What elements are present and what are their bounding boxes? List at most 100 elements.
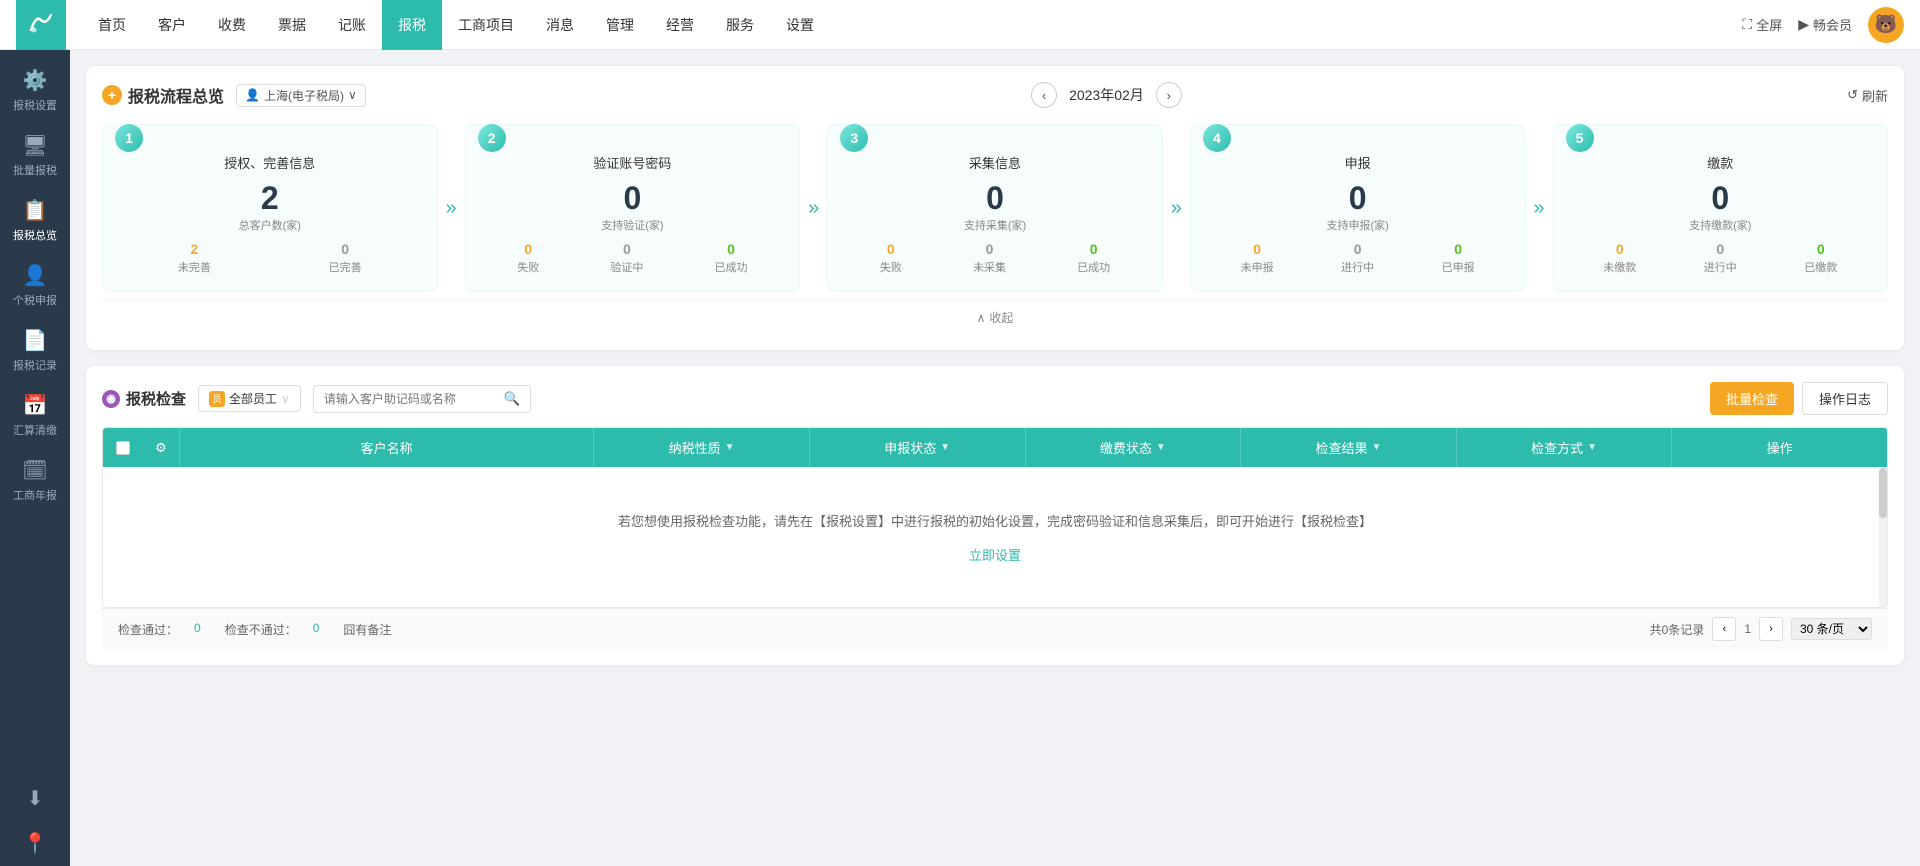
- step-stat-4-2: 0 已申报: [1442, 241, 1475, 275]
- step-stats-1: 2 未完善 0 已完善: [119, 241, 421, 275]
- step-stat-5-0: 0 未缴款: [1603, 241, 1636, 275]
- stat-val-4-0: 0: [1253, 241, 1261, 257]
- stat-val-2-0: 0: [524, 241, 532, 257]
- header-right-actions: 批量检查 操作日志: [1710, 382, 1888, 415]
- next-month-button[interactable]: ›: [1156, 82, 1182, 108]
- step-stat-2-1: 0 验证中: [610, 241, 643, 275]
- stat-val-5-2: 0: [1817, 241, 1825, 257]
- fullscreen-button[interactable]: ⛶ 全屏: [1742, 15, 1782, 34]
- refresh-icon: ↺: [1847, 87, 1858, 103]
- empty-message: 若您想使用报税检查功能，请先在【报税设置】中进行报税的初始化设置，完成密码验证和…: [618, 510, 1372, 533]
- nav-home[interactable]: 首页: [82, 0, 142, 50]
- stat-label-2-2: 已成功: [715, 259, 748, 275]
- step-stat-4-1: 0 进行中: [1341, 241, 1374, 275]
- step-arrow-1: »: [438, 124, 465, 292]
- sidebar-item-tax-records[interactable]: 📄 报税记录: [0, 318, 70, 383]
- sidebar-label-settlement: 汇算清缴: [13, 422, 57, 438]
- th-check-method[interactable]: 检查方式 ▼: [1456, 428, 1672, 467]
- nav-operations[interactable]: 经营: [650, 0, 710, 50]
- step-number-1: 1: [115, 124, 143, 152]
- th-pay-status[interactable]: 缴费状态 ▼: [1025, 428, 1241, 467]
- filter-icon-1: ▼: [725, 442, 735, 453]
- staff-icon: 员: [209, 391, 225, 407]
- sidebar-item-individual-tax[interactable]: 👤 个税申报: [0, 253, 70, 318]
- nav-commerce[interactable]: 工商项目: [442, 0, 530, 50]
- th-checkbox[interactable]: [103, 431, 143, 465]
- staff-chevron-icon: ∨: [281, 392, 290, 406]
- location-text: 上海(电子税局): [264, 87, 344, 104]
- prev-page-button[interactable]: ‹: [1712, 617, 1736, 641]
- staff-select[interactable]: 员 全部员工 ∨: [198, 385, 301, 412]
- sidebar-label-tax-settings: 报税设置: [13, 97, 57, 113]
- next-page-button[interactable]: ›: [1759, 617, 1783, 641]
- sidebar-item-download[interactable]: ⬇: [0, 776, 70, 821]
- operation-log-button[interactable]: 操作日志: [1802, 382, 1888, 415]
- collapse-button[interactable]: ∧ 收起: [102, 300, 1888, 334]
- nav-customer[interactable]: 客户: [142, 0, 202, 50]
- header-checkbox[interactable]: [116, 441, 130, 455]
- annual-report-icon: 🗓: [22, 458, 47, 483]
- sidebar-label-batch-tax: 批量报税: [13, 162, 57, 178]
- search-input[interactable]: [314, 387, 494, 411]
- sidebar-item-annual-report[interactable]: 🗓 工商年报: [0, 448, 70, 513]
- search-button[interactable]: 🔍: [494, 386, 531, 412]
- th-declare-status[interactable]: 申报状态 ▼: [809, 428, 1025, 467]
- top-navigation: 首页 客户 收费 票据 记账 报税 工商项目 消息 管理 经营 服务 设置 ⛶ …: [0, 0, 1920, 50]
- flow-overview-card: + 报税流程总览 👤 上海(电子税局) ∨ ‹ 2023年02月 › ↺ 刷新: [86, 66, 1904, 350]
- nav-service[interactable]: 服务: [710, 0, 770, 50]
- stat-val-4-2: 0: [1454, 241, 1462, 257]
- step-stat-4-0: 0 未申报: [1241, 241, 1274, 275]
- nav-tax[interactable]: 报税: [382, 0, 442, 50]
- filter-icon-4: ▼: [1371, 442, 1381, 453]
- sidebar-item-tax-settings[interactable]: ⚙️ 报税设置: [0, 58, 70, 123]
- batch-check-button[interactable]: 批量检查: [1710, 382, 1794, 415]
- prev-month-button[interactable]: ‹: [1031, 82, 1057, 108]
- step-number-4: 4: [1203, 124, 1231, 152]
- nav-items: 首页 客户 收费 票据 记账 报税 工商项目 消息 管理 经营 服务 设置: [82, 0, 1742, 50]
- flow-step-3: 3 采集信息 0 支持采集(家) 0 失败 0 未采集: [827, 124, 1163, 292]
- sidebar-item-location[interactable]: 📍: [0, 821, 70, 866]
- nav-management[interactable]: 管理: [590, 0, 650, 50]
- fail-count[interactable]: 0: [313, 621, 320, 638]
- pass-count[interactable]: 0: [194, 621, 201, 638]
- settlement-icon: 📅: [23, 393, 48, 418]
- setup-link[interactable]: 立即设置: [969, 548, 1021, 563]
- download-icon: ⬇: [27, 786, 44, 811]
- nav-fee[interactable]: 收费: [202, 0, 262, 50]
- scrollbar-track[interactable]: [1879, 468, 1887, 607]
- stat-val-5-0: 0: [1616, 241, 1624, 257]
- th-gear[interactable]: ⚙: [143, 430, 179, 466]
- step-subtitle-2: 支持验证(家): [482, 217, 784, 233]
- per-page-select[interactable]: 30 条/页50 条/页100 条/页: [1791, 618, 1872, 640]
- step-count-3: 0: [844, 180, 1146, 217]
- tax-overview-icon: 📋: [23, 198, 48, 223]
- step-subtitle-1: 总客户数(家): [119, 217, 421, 233]
- filter-icon-2: ▼: [940, 442, 950, 453]
- stat-val-2-1: 0: [623, 241, 631, 257]
- tax-check-header: ◉ 报税检查 员 全部员工 ∨ 🔍 批量检查 操作日志: [102, 382, 1888, 415]
- stat-label-4-1: 进行中: [1341, 259, 1374, 275]
- step-stats-5: 0 未缴款 0 进行中 0 已缴款: [1570, 241, 1872, 275]
- member-button[interactable]: ▶ 畅会员: [1798, 15, 1852, 34]
- step-stat-5-1: 0 进行中: [1704, 241, 1737, 275]
- nav-invoice[interactable]: 票据: [262, 0, 322, 50]
- th-customer-name: 客户名称: [179, 428, 593, 467]
- logo[interactable]: [16, 0, 66, 50]
- scrollbar-thumb[interactable]: [1879, 468, 1887, 518]
- th-tax-nature[interactable]: 纳税性质 ▼: [593, 428, 809, 467]
- nav-settings[interactable]: 设置: [770, 0, 830, 50]
- sidebar-item-batch-tax[interactable]: 🖥 批量报税: [0, 123, 70, 188]
- pass-label: 检查通过：: [118, 621, 178, 638]
- stat-label-2-1: 验证中: [610, 259, 643, 275]
- location-badge[interactable]: 👤 上海(电子税局) ∨: [236, 84, 366, 107]
- nav-message[interactable]: 消息: [530, 0, 590, 50]
- th-check-result[interactable]: 检查结果 ▼: [1240, 428, 1456, 467]
- sidebar-item-tax-overview[interactable]: 📋 报税总览: [0, 188, 70, 253]
- step-stat-3-1: 0 未采集: [973, 241, 1006, 275]
- refresh-button[interactable]: ↺ 刷新: [1847, 86, 1888, 105]
- step-stat-2-0: 0 失败: [517, 241, 539, 275]
- user-avatar[interactable]: 🐻: [1868, 7, 1904, 43]
- sidebar-label-annual-report: 工商年报: [13, 487, 57, 503]
- sidebar-item-settlement[interactable]: 📅 汇算清缴: [0, 383, 70, 448]
- nav-accounting[interactable]: 记账: [322, 0, 382, 50]
